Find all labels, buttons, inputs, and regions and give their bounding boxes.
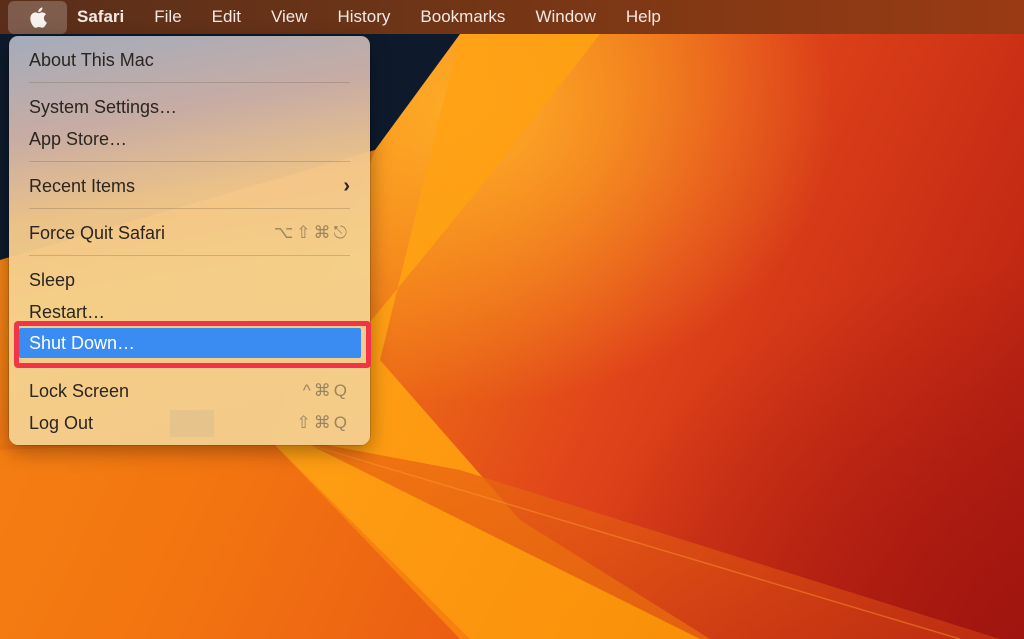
menu-item-label: App Store… [29, 128, 128, 149]
menu-item-label: Shut Down… [29, 332, 136, 353]
menubar-item-history[interactable]: History [323, 0, 406, 34]
menu-item-system-settings[interactable]: System Settings… [17, 92, 362, 122]
menubar-item-help[interactable]: Help [611, 0, 676, 34]
menu-item-label: Sleep [29, 269, 76, 290]
menu-separator [29, 161, 350, 162]
menu-item-label: Force Quit Safari [29, 222, 166, 243]
menubar-item-bookmarks[interactable]: Bookmarks [405, 0, 520, 34]
menu-item-label: Lock Screen [29, 380, 130, 401]
menubar-item-edit[interactable]: Edit [197, 0, 256, 34]
apple-logo-icon [29, 6, 47, 28]
apple-menu-button[interactable] [8, 0, 67, 34]
menu-item-restart[interactable]: Restart… [17, 297, 362, 327]
redacted-username-patch [170, 410, 214, 437]
menu-item-lock-screen[interactable]: Lock Screen ^⌘Q [17, 376, 362, 406]
apple-menu-dropdown: About This Mac System Settings… App Stor… [9, 36, 370, 445]
menu-item-label: Restart… [29, 301, 106, 322]
menubar-item-window[interactable]: Window [520, 0, 610, 34]
menu-separator [29, 82, 350, 83]
chevron-right-icon: › [343, 174, 350, 197]
menu-bar: Safari File Edit View History Bookmarks … [0, 0, 1024, 34]
menu-item-label: Recent Items [29, 175, 136, 196]
menu-item-label: Log Out [29, 412, 94, 433]
menu-item-about-this-mac[interactable]: About This Mac [17, 45, 362, 75]
menu-item-recent-items[interactable]: Recent Items › [17, 171, 362, 201]
menu-item-app-store[interactable]: App Store… [17, 124, 362, 154]
menu-separator [29, 255, 350, 256]
keyboard-shortcut: ⌥⇧⌘⎋ [273, 223, 350, 242]
menu-item-sleep[interactable]: Sleep [17, 265, 362, 295]
menu-item-force-quit[interactable]: Force Quit Safari ⌥⇧⌘⎋ [17, 218, 362, 248]
menubar-item-safari[interactable]: Safari [67, 0, 139, 34]
menu-item-shut-down[interactable]: Shut Down… [19, 328, 361, 358]
keyboard-shortcut: ⇧⌘Q [296, 413, 350, 432]
keyboard-shortcut: ^⌘Q [302, 381, 350, 400]
menu-item-label: System Settings… [29, 96, 178, 117]
menu-item-label: About This Mac [29, 49, 154, 70]
menubar-item-view[interactable]: View [256, 0, 323, 34]
menubar-item-file[interactable]: File [139, 0, 196, 34]
menu-separator [29, 208, 350, 209]
